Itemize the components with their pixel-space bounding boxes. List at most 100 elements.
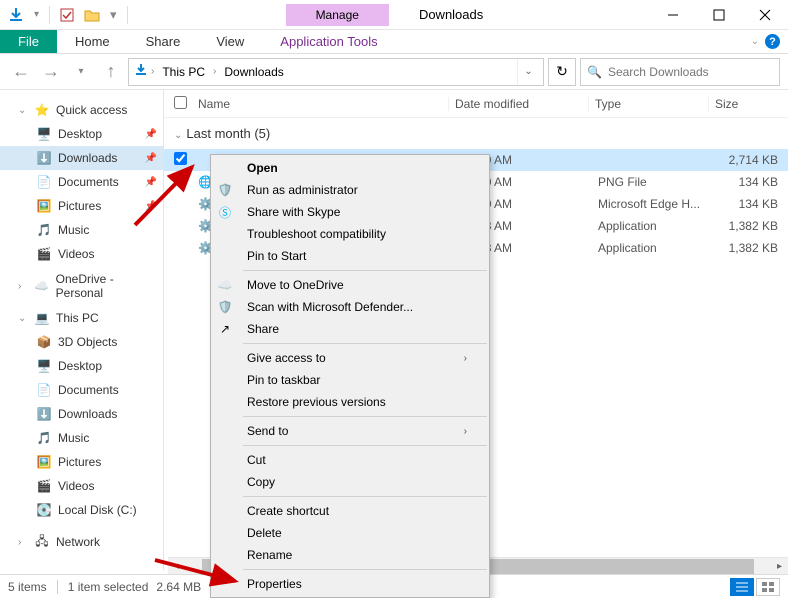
- col-size[interactable]: Size: [708, 97, 778, 111]
- sidebar-item-videos-pc[interactable]: 🎬Videos: [0, 474, 163, 498]
- label: Downloads: [58, 151, 117, 165]
- search-icon: 🔍: [587, 65, 602, 79]
- label: 3D Objects: [58, 335, 117, 349]
- col-type[interactable]: Type: [588, 97, 708, 111]
- sidebar-item-local-disk[interactable]: 💽Local Disk (C:): [0, 498, 163, 522]
- sidebar-item-videos[interactable]: 🎬Videos: [0, 242, 163, 266]
- scroll-right-button[interactable]: ▸: [771, 561, 788, 572]
- sidebar-quick-access[interactable]: ⌄⭐Quick access: [0, 98, 163, 122]
- network-icon: 🖧: [34, 534, 50, 550]
- select-all-checkbox[interactable]: [174, 96, 198, 112]
- help-icon[interactable]: ?: [765, 34, 780, 49]
- sidebar-item-desktop-pc[interactable]: 🖥️Desktop: [0, 354, 163, 378]
- chevron-down-icon: ⌄: [174, 130, 182, 141]
- thumbnails-view-button[interactable]: [756, 578, 780, 596]
- label: Documents: [58, 175, 119, 189]
- share-tab[interactable]: Share: [128, 30, 199, 53]
- manage-tab[interactable]: Manage: [286, 4, 389, 26]
- scroll-left-button[interactable]: ◂: [168, 561, 185, 572]
- file-type: Microsoft Edge H...: [598, 197, 718, 211]
- sidebar-item-music-pc[interactable]: 🎵Music: [0, 426, 163, 450]
- sidebar-item-pictures[interactable]: 🖼️Pictures📌: [0, 194, 163, 218]
- ctx-run-as-admin[interactable]: 🛡️Run as administrator: [241, 179, 487, 201]
- sidebar-item-downloads-pc[interactable]: ⬇️Downloads: [0, 402, 163, 426]
- maximize-button[interactable]: [696, 0, 742, 30]
- col-name[interactable]: Name: [198, 97, 448, 111]
- ctx-send-to[interactable]: Send to›: [241, 420, 487, 442]
- ctx-scan-defender[interactable]: 🛡️Scan with Microsoft Defender...: [241, 296, 487, 318]
- file-type: PNG File: [598, 175, 718, 189]
- breadcrumb-dropdown[interactable]: ⌄: [517, 59, 539, 85]
- sidebar-network[interactable]: ›🖧Network: [0, 530, 163, 554]
- sidebar-item-documents-pc[interactable]: 📄Documents: [0, 378, 163, 402]
- breadcrumb-downloads[interactable]: Downloads: [218, 65, 289, 79]
- qat-download-icon[interactable]: [8, 7, 24, 23]
- chevron-down-icon[interactable]: ▾: [34, 9, 39, 20]
- nav-forward-button[interactable]: →: [38, 59, 64, 85]
- label: Network: [56, 535, 100, 549]
- sidebar-item-3d-objects[interactable]: 📦3D Objects: [0, 330, 163, 354]
- details-view-button[interactable]: [730, 578, 754, 596]
- ctx-pin-taskbar[interactable]: Pin to taskbar: [241, 369, 487, 391]
- ctx-share[interactable]: ↗Share: [241, 318, 487, 340]
- ctx-give-access[interactable]: Give access to›: [241, 347, 487, 369]
- ctx-cut[interactable]: Cut: [241, 449, 487, 471]
- music-icon: 🎵: [36, 222, 52, 238]
- shield-icon: 🛡️: [215, 180, 235, 200]
- search-input[interactable]: [608, 65, 773, 79]
- sidebar-onedrive[interactable]: ›☁️OneDrive - Personal: [0, 274, 163, 298]
- file-tab[interactable]: File: [0, 30, 57, 53]
- ctx-pin-start[interactable]: Pin to Start: [241, 245, 487, 267]
- qat-folder-icon[interactable]: [84, 8, 100, 22]
- row-checkbox[interactable]: [174, 152, 198, 168]
- sidebar-item-music[interactable]: 🎵Music: [0, 218, 163, 242]
- sidebar-item-pictures-pc[interactable]: 🖼️Pictures: [0, 450, 163, 474]
- ribbon-collapse[interactable]: ⌄ ?: [751, 30, 780, 53]
- breadcrumb-this-pc[interactable]: This PC: [156, 65, 211, 79]
- ctx-share-skype[interactable]: ⓈShare with Skype: [241, 201, 487, 223]
- chevron-right-icon: ›: [464, 353, 467, 364]
- ctx-move-onedrive[interactable]: ☁️Move to OneDrive: [241, 274, 487, 296]
- application-tools-tab[interactable]: Application Tools: [262, 30, 395, 53]
- documents-icon: 📄: [36, 174, 52, 190]
- navigation-pane[interactable]: ⌄⭐Quick access 🖥️Desktop📌 ⬇️Downloads📌 📄…: [0, 90, 164, 570]
- file-type: Application: [598, 241, 718, 255]
- view-tab[interactable]: View: [198, 30, 262, 53]
- minimize-button[interactable]: [650, 0, 696, 30]
- search-box[interactable]: 🔍: [580, 58, 780, 86]
- ctx-open[interactable]: Open: [241, 157, 487, 179]
- label: Videos: [58, 247, 94, 261]
- breadcrumb[interactable]: › This PC › Downloads ⌄: [128, 58, 544, 86]
- nav-up-button[interactable]: ↑: [98, 59, 124, 85]
- ctx-create-shortcut[interactable]: Create shortcut: [241, 500, 487, 522]
- close-button[interactable]: [742, 0, 788, 30]
- qat-overflow[interactable]: ▾: [110, 7, 117, 23]
- separator: [127, 6, 128, 24]
- group-header[interactable]: ⌄Last month (5): [164, 118, 788, 149]
- chevron-right-icon[interactable]: ›: [213, 66, 216, 77]
- onedrive-icon: ☁️: [34, 278, 50, 294]
- documents-icon: 📄: [36, 382, 52, 398]
- nav-back-button[interactable]: ←: [8, 59, 34, 85]
- ctx-restore-versions[interactable]: Restore previous versions: [241, 391, 487, 413]
- sidebar-this-pc[interactable]: ⌄💻This PC: [0, 306, 163, 330]
- sidebar-item-downloads[interactable]: ⬇️Downloads📌: [0, 146, 163, 170]
- ctx-rename[interactable]: Rename: [241, 544, 487, 566]
- separator: [243, 569, 487, 570]
- sidebar-item-documents[interactable]: 📄Documents📌: [0, 170, 163, 194]
- refresh-button[interactable]: ↻: [548, 58, 576, 86]
- nav-recent-button[interactable]: ▾: [68, 59, 94, 85]
- ctx-properties[interactable]: Properties: [241, 573, 487, 595]
- sidebar-item-desktop[interactable]: 🖥️Desktop📌: [0, 122, 163, 146]
- qat-checkbox-icon[interactable]: [60, 8, 74, 22]
- separator: [243, 445, 487, 446]
- col-date[interactable]: Date modified: [448, 97, 588, 111]
- chevron-icon: ⌄: [18, 313, 28, 324]
- ctx-copy[interactable]: Copy: [241, 471, 487, 493]
- ctx-troubleshoot[interactable]: Troubleshoot compatibility: [241, 223, 487, 245]
- ctx-delete[interactable]: Delete: [241, 522, 487, 544]
- label: This PC: [56, 311, 99, 325]
- separator: [243, 496, 487, 497]
- home-tab[interactable]: Home: [57, 30, 128, 53]
- chevron-right-icon[interactable]: ›: [151, 66, 154, 77]
